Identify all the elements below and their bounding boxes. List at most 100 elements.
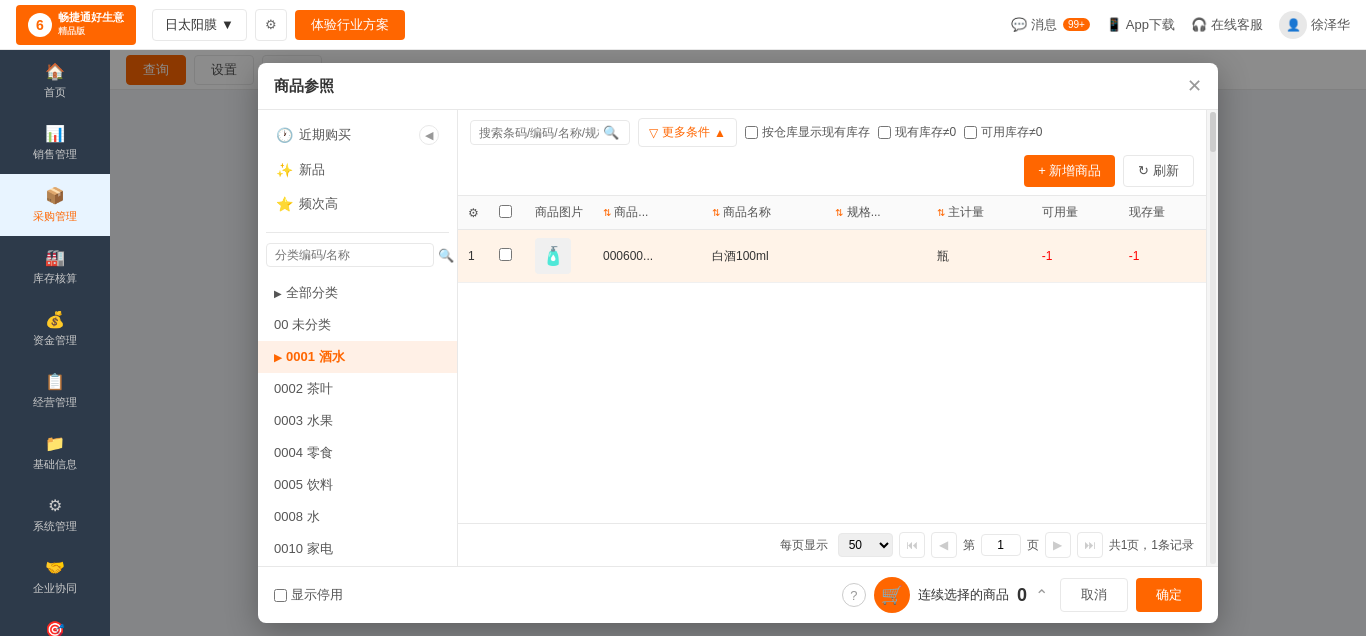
- navbar-right: 💬 消息 99+ 📱 App下载 🎧 在线客服 👤 徐泽华: [1011, 11, 1350, 39]
- cat-item-uncategorized[interactable]: 00 未分类: [258, 309, 457, 341]
- company-dropdown[interactable]: 日太阳膜 ▼: [152, 9, 247, 41]
- sidebar: 🏠 首页 📊 销售管理 📦 采购管理 🏭 库存核算 💰 资金管理 📋 经营管理 …: [0, 50, 110, 636]
- cat-item-tea[interactable]: 0002 茶叶: [258, 373, 457, 405]
- sidebar-item-collab[interactable]: 🤝 企业协同: [0, 546, 110, 608]
- message-label: 消息: [1031, 16, 1057, 34]
- cat-liquor-label: 0001 酒水: [286, 348, 345, 366]
- basic-icon: 📁: [45, 434, 65, 453]
- table-row[interactable]: 1 🧴 000600... 白酒100ml 瓶: [458, 230, 1206, 283]
- page-input[interactable]: [981, 534, 1021, 556]
- divider: [266, 232, 449, 233]
- show-disabled-input[interactable]: [274, 589, 287, 602]
- guide-icon: 🎯: [45, 620, 65, 636]
- warehouse-stock-input[interactable]: [745, 126, 758, 139]
- settings-gear-btn[interactable]: ⚙: [255, 9, 287, 41]
- avatar: 👤: [1279, 11, 1307, 39]
- search-input-icon[interactable]: 🔍: [603, 125, 619, 140]
- sidebar-item-inventory-label: 库存核算: [33, 271, 77, 286]
- cancel-btn[interactable]: 取消: [1060, 578, 1128, 612]
- first-page-btn[interactable]: ⏮: [899, 532, 925, 558]
- col-settings[interactable]: ⚙: [458, 196, 489, 230]
- tab-frequent[interactable]: ⭐ 频次高: [266, 188, 449, 220]
- toolbar-right: + 新增商品 ↻ 刷新: [1024, 155, 1194, 187]
- sidebar-item-basic[interactable]: 📁 基础信息: [0, 422, 110, 484]
- current-stock-input[interactable]: [878, 126, 891, 139]
- cart-icon[interactable]: 🛒: [874, 577, 910, 613]
- search-icon[interactable]: 🔍: [438, 248, 454, 263]
- row-stock: -1: [1119, 230, 1206, 283]
- logo-sub: 精品版: [58, 25, 124, 38]
- cat-item-fruit[interactable]: 0003 水果: [258, 405, 457, 437]
- app-download-btn[interactable]: 📱 App下载: [1106, 16, 1175, 34]
- available-stock-input[interactable]: [964, 126, 977, 139]
- sidebar-item-purchase-label: 采购管理: [33, 209, 77, 224]
- modal-scrollbar[interactable]: [1206, 110, 1218, 566]
- category-search-input[interactable]: [266, 243, 434, 267]
- new-icon: ✨: [276, 162, 293, 178]
- purchase-icon: 📦: [45, 186, 65, 205]
- cat-item-appliance[interactable]: 0010 家电: [258, 533, 457, 565]
- refresh-product-btn[interactable]: ↻ 刷新: [1123, 155, 1194, 187]
- sidebar-item-inventory[interactable]: 🏭 库存核算: [0, 236, 110, 298]
- main-layout: 🏠 首页 📊 销售管理 📦 采购管理 🏭 库存核算 💰 资金管理 📋 经营管理 …: [0, 50, 1366, 636]
- sidebar-item-guide[interactable]: 🎯 新手引导: [0, 608, 110, 636]
- cat-item-water[interactable]: 0008 水: [258, 501, 457, 533]
- select-all-checkbox[interactable]: [499, 205, 512, 218]
- sidebar-item-basic-label: 基础信息: [33, 457, 77, 472]
- headset-icon: 🎧: [1191, 17, 1207, 32]
- sidebar-item-operation[interactable]: 📋 经营管理: [0, 360, 110, 422]
- footer-left: 显示停用: [274, 586, 343, 604]
- col-unit[interactable]: ⇅ 主计量: [927, 196, 1032, 230]
- user-profile[interactable]: 👤 徐泽华: [1279, 11, 1350, 39]
- row-select-checkbox[interactable]: [499, 248, 512, 261]
- cat-item-beverage[interactable]: 0005 饮料: [258, 469, 457, 501]
- col-code[interactable]: ⇅ 商品...: [593, 196, 702, 230]
- last-page-btn[interactable]: ⏭: [1077, 532, 1103, 558]
- per-page-select[interactable]: 50 100: [838, 533, 893, 557]
- sidebar-item-home[interactable]: 🏠 首页: [0, 50, 110, 112]
- col-name[interactable]: ⇅ 商品名称: [702, 196, 825, 230]
- help-icon-btn[interactable]: ?: [842, 583, 866, 607]
- available-stock-checkbox[interactable]: 可用库存≠0: [964, 124, 1042, 141]
- cat-item-all[interactable]: ▶ 全部分类: [258, 277, 457, 309]
- collapse-btn[interactable]: ◀: [419, 125, 439, 145]
- filter-btn[interactable]: ▽ 更多条件 ▲: [638, 118, 737, 147]
- prev-page-btn[interactable]: ◀: [931, 532, 957, 558]
- operation-icon: 📋: [45, 372, 65, 391]
- next-page-btn[interactable]: ▶: [1045, 532, 1071, 558]
- modal-close-btn[interactable]: ✕: [1187, 75, 1202, 97]
- sidebar-item-collab-label: 企业协同: [33, 581, 77, 596]
- add-product-btn[interactable]: + 新增商品: [1024, 155, 1115, 187]
- product-table: ⚙ 商品图片 ⇅ 商品... ⇅ 商品名称 ⇅ 规格... ⇅ 主计量 可用量: [458, 196, 1206, 283]
- search-toolbar: 🔍 ▽ 更多条件 ▲ 按仓库显示现有库存: [458, 110, 1206, 196]
- filter-label: 更多条件: [662, 124, 710, 141]
- current-stock-checkbox[interactable]: 现有库存≠0: [878, 124, 956, 141]
- message-btn[interactable]: 💬 消息 99+: [1011, 16, 1090, 34]
- col-spec[interactable]: ⇅ 规格...: [825, 196, 927, 230]
- tab-new-products[interactable]: ✨ 新品: [266, 154, 449, 186]
- confirm-btn[interactable]: 确定: [1136, 578, 1202, 612]
- sort-unit-icon: ⇅: [937, 207, 945, 218]
- search-input[interactable]: [479, 126, 599, 140]
- row-checkbox[interactable]: [489, 230, 525, 283]
- main-content: 查询 设置 刷新 商品参照 ✕ 🕐: [110, 50, 1366, 636]
- show-disabled-checkbox[interactable]: 显示停用: [274, 586, 343, 604]
- pagination-summary: 共1页，1条记录: [1109, 537, 1194, 554]
- sidebar-item-purchase[interactable]: 📦 采购管理: [0, 174, 110, 236]
- online-service-btn[interactable]: 🎧 在线客服: [1191, 16, 1263, 34]
- sidebar-item-sales-label: 销售管理: [33, 147, 77, 162]
- cat-water-label: 0008 水: [274, 508, 320, 526]
- sidebar-item-system-label: 系统管理: [33, 519, 77, 534]
- sidebar-item-system[interactable]: ⚙ 系统管理: [0, 484, 110, 546]
- cat-item-snack[interactable]: 0004 零食: [258, 437, 457, 469]
- sidebar-item-finance[interactable]: 💰 资金管理: [0, 298, 110, 360]
- cat-item-liquor[interactable]: ▶ 0001 酒水: [258, 341, 457, 373]
- warehouse-stock-checkbox[interactable]: 按仓库显示现有库存: [745, 124, 870, 141]
- left-panel-tabs: 🕐 近期购买 ◀ ✨ 新品 ⭐ 频次高: [258, 110, 457, 228]
- col-checkbox[interactable]: [489, 196, 525, 230]
- trial-btn[interactable]: 体验行业方案: [295, 10, 405, 40]
- sidebar-item-sales[interactable]: 📊 销售管理: [0, 112, 110, 174]
- chevron-up-icon[interactable]: ⌃: [1035, 586, 1048, 605]
- modal-title: 商品参照: [274, 77, 334, 96]
- tab-recent-purchase[interactable]: 🕐 近期购买 ◀: [266, 118, 449, 152]
